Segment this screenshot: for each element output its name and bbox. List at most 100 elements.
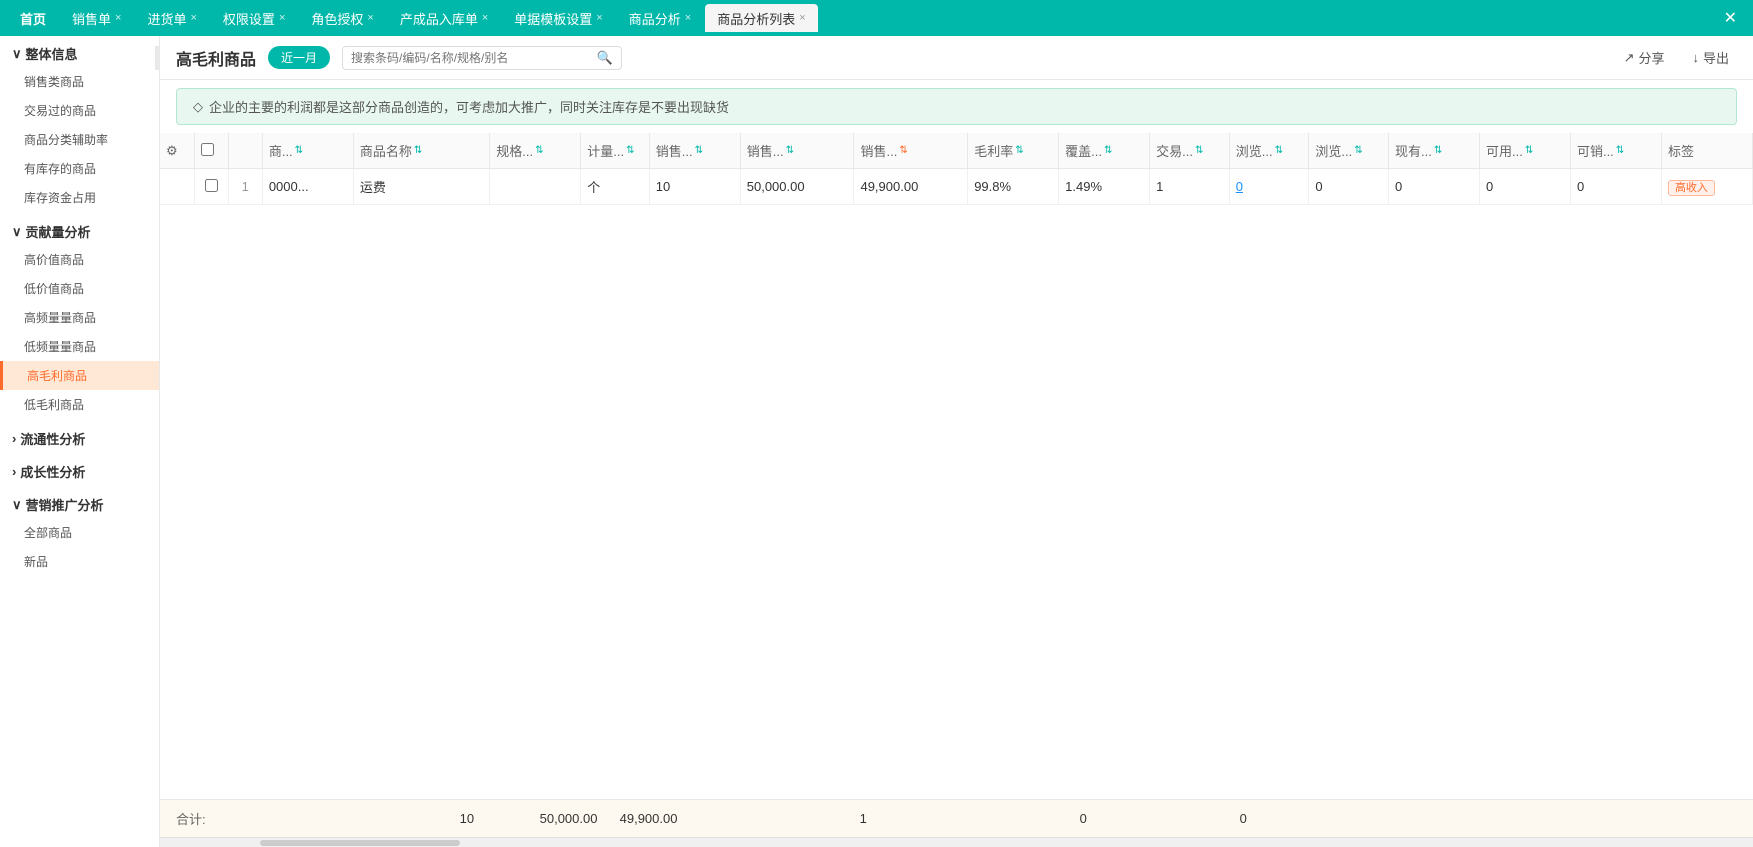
sidebar-group-flow: › 流通性分析	[0, 421, 159, 452]
sidebar-item-high-freq[interactable]: 高频量量商品	[0, 303, 159, 332]
table-header-row: ⚙ 商... ⇅	[160, 133, 1753, 169]
sidebar-group-growth-header[interactable]: › 成长性分析	[0, 454, 159, 485]
data-table: ⚙ 商... ⇅	[160, 133, 1753, 205]
table-row: 1 0000... 运费 个 10 50,000.00 49,900.00 99…	[160, 169, 1753, 205]
scrollbar-thumb[interactable]	[260, 840, 460, 846]
nav-tab-permission[interactable]: 权限设置 ×	[211, 4, 297, 32]
col-sales-cost[interactable]: 销售... ⇅	[854, 133, 968, 169]
col-browse2[interactable]: 浏览... ⇅	[1309, 133, 1389, 169]
row-checkbox[interactable]	[205, 179, 218, 192]
col-current-stock[interactable]: 现有... ⇅	[1388, 133, 1479, 169]
col-gross-rate[interactable]: 毛利率 ⇅	[968, 133, 1059, 169]
nav-tab-template[interactable]: 单据模板设置 ×	[502, 4, 614, 32]
col-sales-amt[interactable]: 销售... ⇅	[740, 133, 854, 169]
sidebar-group-overall: ∨ 整体信息 销售类商品 交易过的商品 商品分类辅助率 有库存的商品 库存资金占…	[0, 36, 159, 212]
sidebar-group-overall-header[interactable]: ∨ 整体信息	[0, 36, 159, 67]
sidebar-item-low-margin[interactable]: 低毛利商品	[0, 390, 159, 419]
sidebar-group-marketing: ∨ 营销推广分析 全部商品 新品	[0, 487, 159, 576]
filter-recent-month-button[interactable]: 近一月	[268, 46, 330, 69]
footer-sales-amt: 50,000.00	[534, 811, 614, 826]
cell-checkbox	[194, 169, 228, 205]
sidebar-item-high-margin[interactable]: 高毛利商品	[0, 361, 159, 390]
nav-tab-product-import[interactable]: 产成品入库单 ×	[388, 4, 500, 32]
sidebar-group-marketing-header[interactable]: ∨ 营销推广分析	[0, 487, 159, 518]
close-role-tab[interactable]: ×	[367, 12, 373, 24]
close-permission-tab[interactable]: ×	[279, 12, 285, 24]
sidebar-item-in-stock[interactable]: 有库存的商品	[0, 154, 159, 183]
nav-tab-role[interactable]: 角色授权 ×	[299, 4, 385, 32]
close-sales-tab[interactable]: ×	[115, 12, 121, 24]
sidebar-item-low-value[interactable]: 低价值商品	[0, 274, 159, 303]
cell-code: 0000...	[262, 169, 353, 205]
nav-tab-home[interactable]: 首页	[8, 4, 58, 32]
col-browse1[interactable]: 浏览... ⇅	[1229, 133, 1309, 169]
col-saleable-stock[interactable]: 可销... ⇅	[1570, 133, 1661, 169]
sidebar-item-traded[interactable]: 交易过的商品	[0, 96, 159, 125]
col-sales-qty[interactable]: 销售... ⇅	[649, 133, 740, 169]
search-icon[interactable]: 🔍	[597, 50, 613, 66]
arrow-right-icon-2: ›	[12, 464, 16, 479]
sidebar-item-analysis-assist[interactable]: 商品分类辅助率	[0, 125, 159, 154]
cell-current-stock: 0	[1388, 169, 1479, 205]
sort-icon-gross-rate: ⇅	[1015, 145, 1023, 156]
sidebar-item-selling[interactable]: 销售类商品	[0, 67, 159, 96]
nav-tab-purchase[interactable]: 进货单 ×	[135, 4, 208, 32]
sidebar-item-all-products[interactable]: 全部商品	[0, 518, 159, 547]
info-text: 企业的主要的利润都是这部分商品创造的，可考虑加大推广，同时关注库存是不要出现缺货	[209, 97, 729, 116]
close-analysis-tab[interactable]: ×	[685, 12, 691, 24]
col-name[interactable]: 商品名称 ⇅	[353, 133, 489, 169]
col-settings[interactable]: ⚙	[160, 133, 194, 169]
sort-icon-unit: ⇅	[626, 145, 634, 156]
sort-icon-name: ⇅	[414, 145, 422, 156]
search-input[interactable]	[351, 51, 593, 65]
sidebar-item-high-value[interactable]: 高价值商品	[0, 245, 159, 274]
col-code[interactable]: 商... ⇅	[262, 133, 353, 169]
sidebar-item-new-products[interactable]: 新品	[0, 547, 159, 576]
browse1-link[interactable]: 0	[1236, 179, 1243, 194]
close-analysis-list-tab[interactable]: ×	[799, 12, 805, 24]
select-all-checkbox[interactable]	[201, 143, 214, 156]
arrow-down-icon-3: ∨	[12, 497, 22, 513]
sidebar-group-flow-header[interactable]: › 流通性分析	[0, 421, 159, 452]
footer-spacer4	[1154, 811, 1234, 826]
sidebar-item-low-freq[interactable]: 低频量量商品	[0, 332, 159, 361]
cell-cover-rate: 1.49%	[1059, 169, 1150, 205]
close-template-tab[interactable]: ×	[596, 12, 602, 24]
cell-rownum: 1	[228, 169, 262, 205]
col-unit[interactable]: 计量... ⇅	[581, 133, 650, 169]
sort-icon-saleable-stock: ⇅	[1616, 145, 1624, 156]
cell-browse1: 0	[1229, 169, 1309, 205]
col-spec[interactable]: 规格... ⇅	[490, 133, 581, 169]
cell-settings	[160, 169, 194, 205]
nav-tab-sales[interactable]: 销售单 ×	[60, 4, 133, 32]
close-purchase-tab[interactable]: ×	[190, 12, 196, 24]
page-title: 高毛利商品	[176, 46, 256, 70]
sort-icon-browse2: ⇅	[1354, 145, 1362, 156]
col-trade-times[interactable]: 交易... ⇅	[1150, 133, 1230, 169]
sort-icon-browse1: ⇅	[1275, 145, 1283, 156]
arrow-down-icon-2: ∨	[12, 224, 22, 240]
sidebar-group-wealth-header[interactable]: ∨ 贡献量分析	[0, 214, 159, 245]
footer-current-stock: 0	[1074, 811, 1154, 826]
sort-icon-avail-stock: ⇅	[1525, 145, 1533, 156]
nav-tab-analysis-list[interactable]: 商品分析列表 ×	[705, 4, 817, 32]
close-product-import-tab[interactable]: ×	[482, 12, 488, 24]
export-button[interactable]: ↓ 导出	[1684, 44, 1737, 71]
col-avail-stock[interactable]: 可用... ⇅	[1479, 133, 1570, 169]
sidebar-collapse-button[interactable]: «	[155, 46, 160, 70]
close-all-tabs[interactable]: ✕	[1716, 8, 1745, 28]
cell-browse2: 0	[1309, 169, 1389, 205]
footer-total: 合计: 10 50,000.00 49,900.00 1 0 0	[160, 799, 1753, 837]
settings-icon: ⚙	[166, 143, 178, 159]
share-button[interactable]: ↗ 分享	[1616, 44, 1673, 71]
nav-tab-analysis[interactable]: 商品分析 ×	[617, 4, 703, 32]
export-icon: ↓	[1692, 50, 1699, 65]
content-area: 高毛利商品 近一月 🔍 ↗ 分享 ↓ 导出 ◇ 企业的主要的利润都是这部分商品创…	[160, 36, 1753, 847]
cell-spec	[490, 169, 581, 205]
col-cover-rate[interactable]: 覆盖... ⇅	[1059, 133, 1150, 169]
footer-trade-times: 1	[854, 811, 934, 826]
sidebar-item-stock-occupied[interactable]: 库存资金占用	[0, 183, 159, 212]
horizontal-scrollbar[interactable]	[160, 837, 1753, 847]
sort-icon-trade-times: ⇅	[1195, 145, 1203, 156]
col-rownum	[228, 133, 262, 169]
